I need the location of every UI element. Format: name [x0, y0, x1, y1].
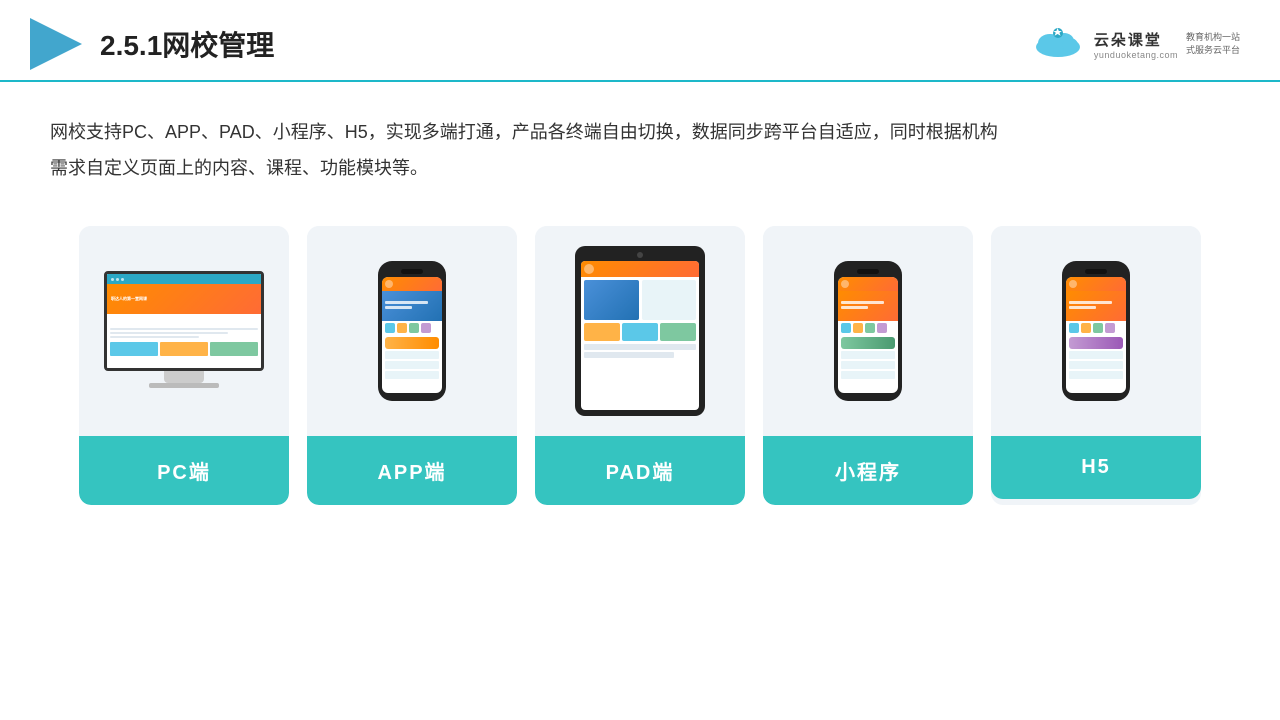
monitor-mockup: 职达人的第一堂网课	[104, 271, 264, 391]
description-line1: 网校支持PC、APP、PAD、小程序、H5，实现多端打通，产品各终端自由切换，数…	[50, 114, 1050, 150]
logo-icon	[1030, 25, 1086, 63]
card-miniprogram-image	[763, 226, 973, 436]
card-miniprogram-label: 小程序	[763, 436, 973, 505]
description: 网校支持PC、APP、PAD、小程序、H5，实现多端打通，产品各终端自由切换，数…	[0, 82, 1100, 206]
card-pad-label: PAD端	[535, 436, 745, 505]
card-h5-image	[991, 226, 1201, 436]
phone-mockup-h5	[1062, 261, 1130, 401]
card-pc-image: 职达人的第一堂网课	[79, 226, 289, 436]
header-left: 2.5.1网校管理	[30, 18, 274, 70]
logo-name: 云朵课堂	[1094, 29, 1178, 50]
logo-tagline2: 式服务云平台	[1186, 44, 1240, 58]
card-app-label: APP端	[307, 436, 517, 505]
logo-tagline1: 教育机构一站	[1186, 31, 1240, 45]
phone-mockup-mini	[834, 261, 902, 401]
logo-url: yunduoketang.com	[1094, 50, 1178, 60]
phone-mockup-app	[378, 261, 446, 401]
card-app: APP端	[307, 226, 517, 505]
header: 2.5.1网校管理 云朵课堂 yunduoketang.com 教育机构一站 式…	[0, 0, 1280, 82]
card-pad: PAD端	[535, 226, 745, 505]
play-icon	[30, 18, 82, 70]
card-pad-image	[535, 226, 745, 436]
cards-container: 职达人的第一堂网课	[0, 206, 1280, 525]
card-miniprogram: 小程序	[763, 226, 973, 505]
card-h5-label: H5	[991, 436, 1201, 499]
logo-area: 云朵课堂 yunduoketang.com 教育机构一站 式服务云平台	[1030, 25, 1240, 63]
card-app-image	[307, 226, 517, 436]
card-pc: 职达人的第一堂网课	[79, 226, 289, 505]
card-pc-label: PC端	[79, 436, 289, 505]
tablet-mockup	[575, 246, 705, 416]
card-h5: H5	[991, 226, 1201, 505]
page-title: 2.5.1网校管理	[100, 24, 274, 64]
description-line2: 需求自定义页面上的内容、课程、功能模块等。	[50, 150, 1050, 186]
